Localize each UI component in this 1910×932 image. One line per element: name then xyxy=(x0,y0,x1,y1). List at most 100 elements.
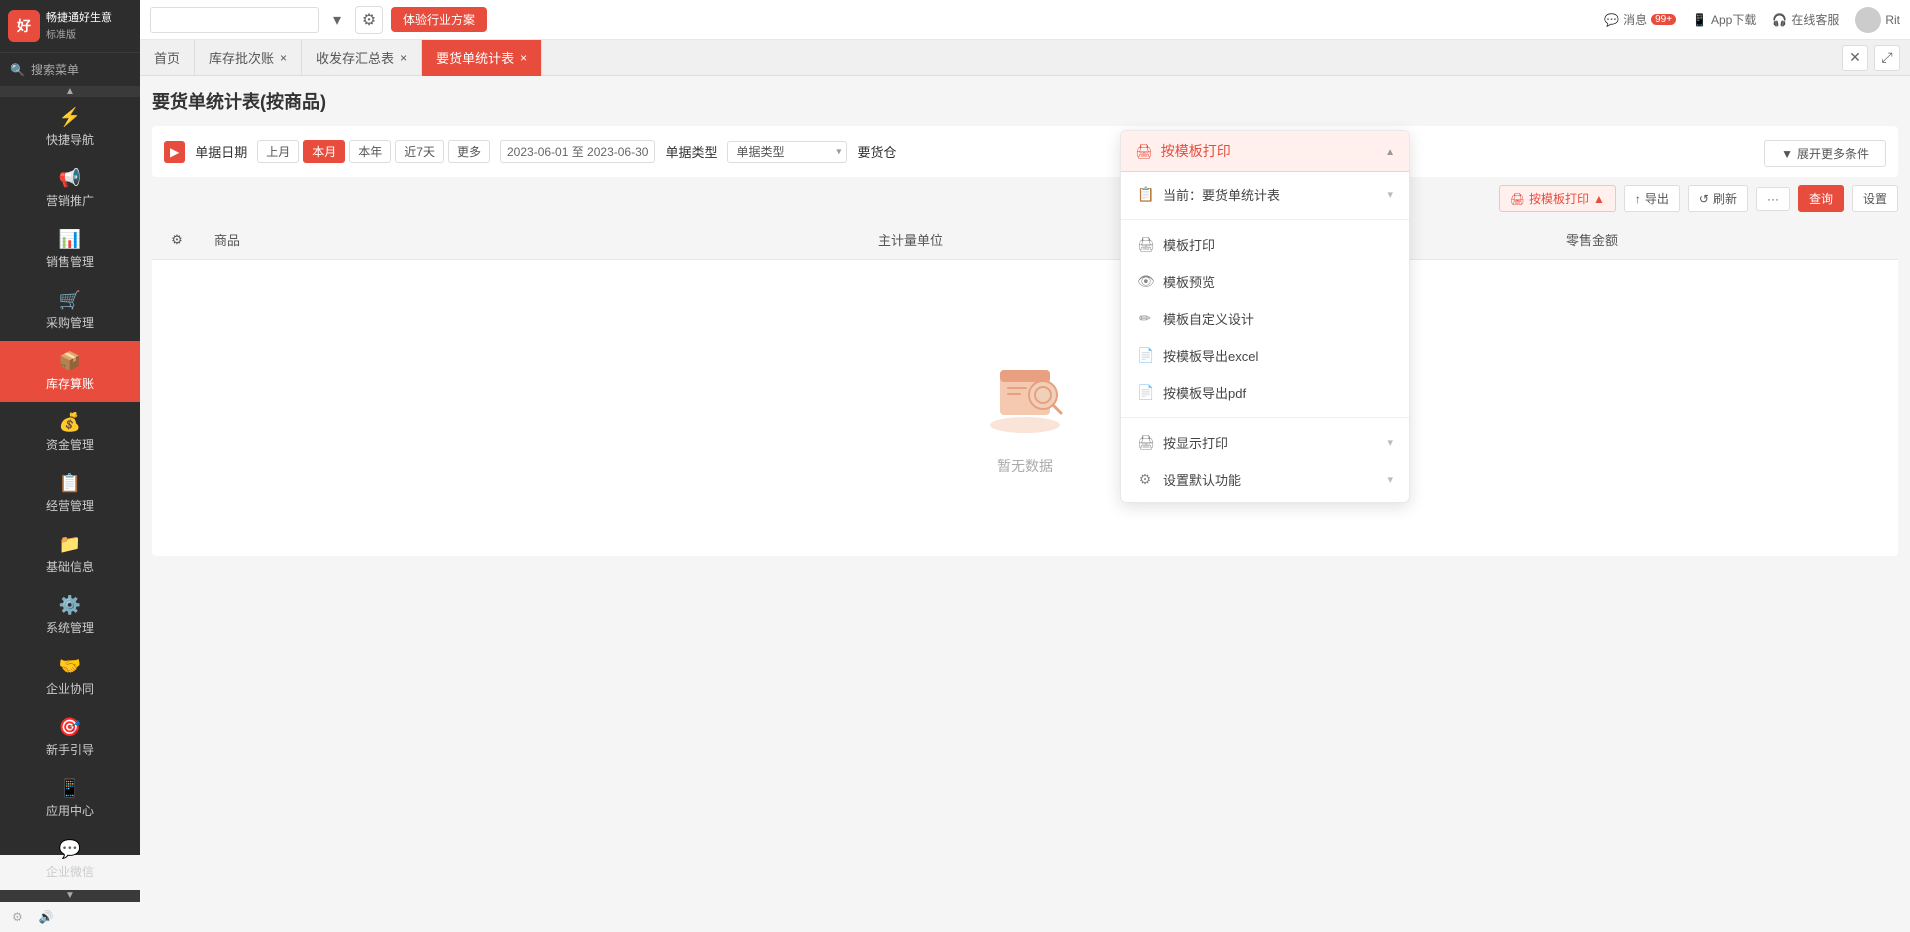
export-label: 导出 xyxy=(1645,190,1669,207)
dropdown-main-section: 🖨 模板打印 👁 模板预览 ✏ 模板自定义设计 📄 按模板导出excel 📄 按… xyxy=(1121,222,1409,415)
sidebar-scroll-up[interactable]: ▲ xyxy=(0,86,140,97)
sidebar-item-app[interactable]: 📱 应用中心 xyxy=(0,768,140,829)
sidebar-item-purchase[interactable]: 🛒 采购管理 xyxy=(0,280,140,341)
dropdown-template-print[interactable]: 🖨 模板打印 xyxy=(1121,226,1409,263)
export-btn[interactable]: ↑ 导出 xyxy=(1624,185,1680,212)
sidebar-item-basic[interactable]: 📁 基础信息 xyxy=(0,524,140,585)
user-name: Rit xyxy=(1885,13,1900,27)
tab-close-all-btn[interactable]: ✕ xyxy=(1842,45,1868,71)
dropdown-display-print[interactable]: 🖨 按显示打印 ▾ xyxy=(1121,424,1409,461)
tab-home-label: 首页 xyxy=(154,48,180,67)
sidebar-item-marketing[interactable]: 📢 营销推广 xyxy=(0,158,140,219)
sidebar-item-system[interactable]: ⚙️ 系统管理 xyxy=(0,585,140,646)
dropdown-title-area: 🖨 按模板打印 xyxy=(1135,141,1231,161)
default-settings-icon: ⚙ xyxy=(1137,471,1153,488)
sidebar-bottom: ⚙ 🔊 xyxy=(0,901,140,932)
inventory-label: 库存算账 xyxy=(46,375,94,392)
tab-maximize-btn[interactable]: ⤢ xyxy=(1874,45,1900,71)
query-btn[interactable]: 查询 xyxy=(1798,185,1844,212)
dropdown-template-preview[interactable]: 👁 模板预览 xyxy=(1121,263,1409,300)
message-btn[interactable]: 💬 消息 99+ xyxy=(1604,11,1676,28)
last-7-days-btn[interactable]: 近7天 xyxy=(395,140,444,163)
dropdown-header-right xyxy=(1385,144,1395,158)
more-date-btn[interactable]: 更多 xyxy=(448,140,490,163)
dropdown-template-custom[interactable]: ✏ 模板自定义设计 xyxy=(1121,300,1409,337)
sidebar-item-operation[interactable]: 📋 经营管理 xyxy=(0,463,140,524)
dropdown-current-item[interactable]: 📋 当前：要货单统计表 ▾ xyxy=(1121,176,1409,213)
type-filter-select[interactable]: 单据类型 xyxy=(727,141,847,163)
scroll-up-icon: ▲ xyxy=(65,86,75,97)
message-icon: 💬 xyxy=(1604,13,1619,27)
last-month-btn[interactable]: 上月 xyxy=(257,140,299,163)
tab-inventory-batch-label: 库存批次账 xyxy=(209,48,274,67)
sidebar-item-enterprise[interactable]: 🤝 企业协同 xyxy=(0,646,140,707)
system-icon: ⚙️ xyxy=(59,595,81,616)
app-icon: 📱 xyxy=(59,778,81,799)
tab-inventory-batch[interactable]: 库存批次账 × xyxy=(195,40,302,76)
chevron-up-icon[interactable] xyxy=(1385,144,1395,158)
expand-more-label: 展开更多条件 xyxy=(1797,145,1869,162)
sidebar-item-wechat[interactable]: 💬 企业微信 xyxy=(0,829,140,890)
sidebar-item-sales[interactable]: 📊 销售管理 xyxy=(0,219,140,280)
print-btn[interactable]: 🖨 按模板打印 ▲ xyxy=(1499,185,1616,212)
tab-home[interactable]: 首页 xyxy=(140,40,195,76)
search-icon: 🔍 xyxy=(10,63,25,77)
basic-label: 基础信息 xyxy=(46,558,94,575)
sales-label: 销售管理 xyxy=(46,253,94,270)
expand-more-btn[interactable]: ▼ 展开更多条件 xyxy=(1764,140,1886,167)
sidebar-item-finance[interactable]: 💰 资金管理 xyxy=(0,402,140,463)
sidebar-search[interactable]: 🔍 搜索菜单 xyxy=(0,53,140,86)
template-print-icon: 🖨 xyxy=(1137,236,1153,253)
more-options-btn[interactable]: ··· xyxy=(1756,187,1790,211)
user-avatar-area[interactable]: Rit xyxy=(1855,7,1900,33)
template-print-label: 模板打印 xyxy=(1163,235,1215,254)
speaker-bottom-icon[interactable]: 🔊 xyxy=(39,910,54,924)
settings-bottom-icon[interactable]: ⚙ xyxy=(12,910,23,924)
sidebar-scroll-down[interactable]: ▼ xyxy=(0,890,140,901)
dropdown-template-pdf[interactable]: 📄 按模板导出pdf xyxy=(1121,374,1409,411)
topbar-settings-btn[interactable]: ⚙ xyxy=(355,6,383,34)
col-settings[interactable]: ⚙ xyxy=(152,222,202,258)
template-excel-label: 按模板导出excel xyxy=(1163,346,1258,365)
app-download-btn[interactable]: 📱 App下载 xyxy=(1692,11,1756,28)
tab-order-stats[interactable]: 要货单统计表 × xyxy=(422,40,542,76)
dropdown-current-section: 📋 当前：要货单统计表 ▾ xyxy=(1121,172,1409,217)
dropdown-default-settings[interactable]: ⚙ 设置默认功能 ▾ xyxy=(1121,461,1409,498)
topbar: ▾ ⚙ 体验行业方案 💬 消息 99+ 📱 App下载 🎧 在线客服 Rit xyxy=(140,0,1910,40)
sales-icon: 📊 xyxy=(59,229,81,250)
dropdown-template-excel[interactable]: 📄 按模板导出excel xyxy=(1121,337,1409,374)
expand-row: ▼ 展开更多条件 xyxy=(1764,136,1886,167)
message-label: 消息 xyxy=(1623,11,1647,28)
topbar-right: 💬 消息 99+ 📱 App下载 🎧 在线客服 Rit xyxy=(1604,7,1900,33)
sidebar-item-inventory[interactable]: 📦 库存算账 xyxy=(0,341,140,402)
filter-expand-btn[interactable]: ▶ xyxy=(164,141,185,163)
sidebar-item-guide[interactable]: 🎯 新手引导 xyxy=(0,707,140,768)
trial-btn[interactable]: 体验行业方案 xyxy=(391,7,487,32)
sidebar-item-quick-nav[interactable]: ⚡ 快捷导航 xyxy=(0,97,140,158)
tab-receipt-summary-label: 收发存汇总表 xyxy=(316,48,394,67)
tab-receipt-summary[interactable]: 收发存汇总表 × xyxy=(302,40,422,76)
tab-order-stats-close[interactable]: × xyxy=(520,51,527,65)
template-excel-icon: 📄 xyxy=(1137,347,1153,364)
empty-icon xyxy=(975,340,1075,440)
tabbar-actions: ✕ ⤢ xyxy=(1842,45,1910,71)
topbar-dropdown-btn[interactable]: ▾ xyxy=(327,10,347,30)
settings-btn[interactable]: 设置 xyxy=(1852,185,1898,212)
this-year-btn[interactable]: 本年 xyxy=(349,140,391,163)
this-month-btn[interactable]: 本月 xyxy=(303,140,345,163)
tab-inventory-batch-close[interactable]: × xyxy=(280,51,287,65)
refresh-label: 刷新 xyxy=(1713,190,1737,207)
tab-receipt-summary-close[interactable]: × xyxy=(400,51,407,65)
marketing-icon: 📢 xyxy=(59,168,81,189)
marketing-label: 营销推广 xyxy=(46,192,94,209)
page-content: 要货单统计表(按商品) ▶ 单据日期 上月 本月 本年 近7天 更多 2023-… xyxy=(140,76,1910,855)
col-goods: 商品 xyxy=(202,220,866,259)
date-filter-label: 单据日期 xyxy=(195,142,247,161)
system-label: 系统管理 xyxy=(46,619,94,636)
avatar xyxy=(1855,7,1881,33)
operation-icon: 📋 xyxy=(59,473,81,494)
refresh-btn[interactable]: ↺ 刷新 xyxy=(1688,185,1748,212)
online-service-btn[interactable]: 🎧 在线客服 xyxy=(1772,11,1839,28)
topbar-search-input[interactable] xyxy=(150,7,319,33)
print-icon: 🖨 xyxy=(1510,192,1525,206)
